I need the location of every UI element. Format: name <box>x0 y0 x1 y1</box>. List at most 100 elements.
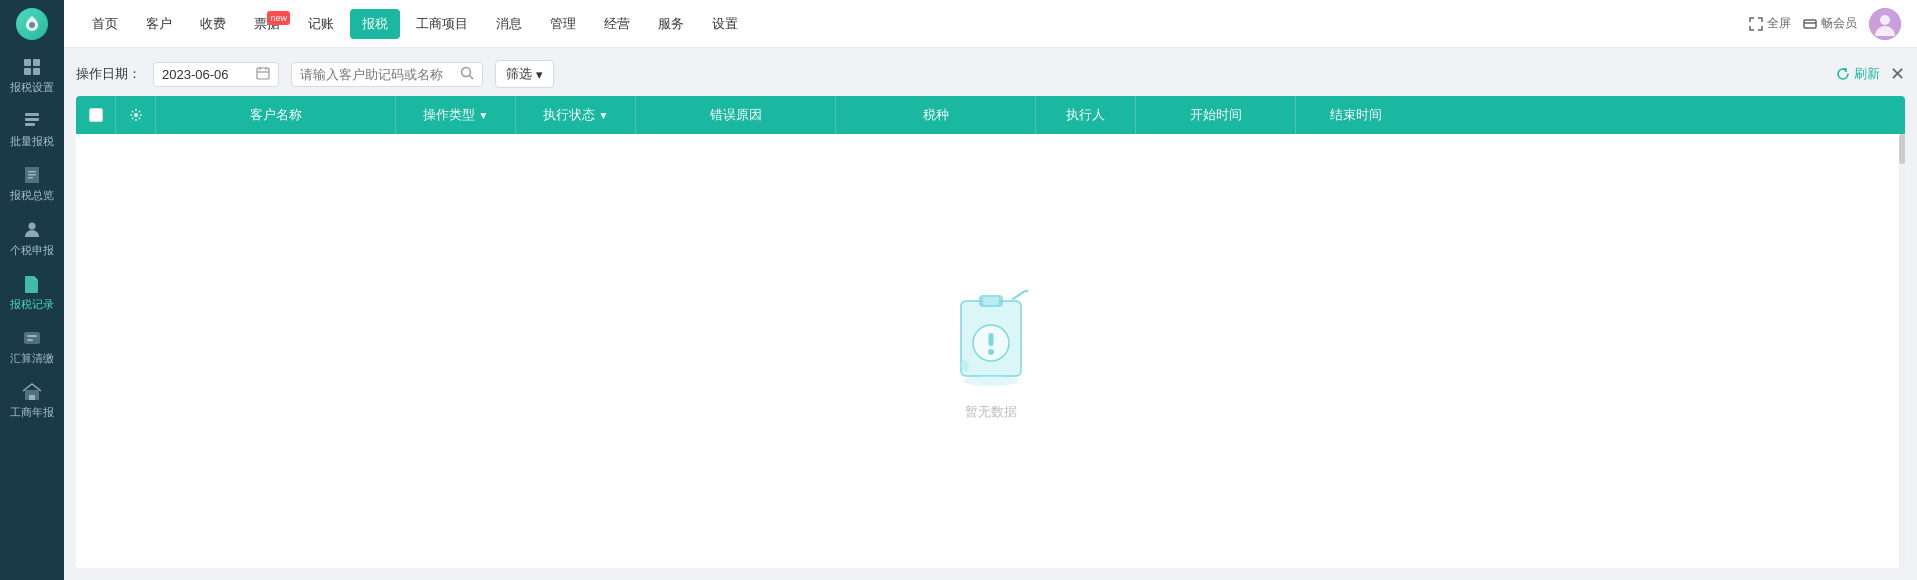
th-start-time: 开始时间 <box>1136 96 1296 134</box>
tax-settings-icon <box>21 56 43 78</box>
refresh-button[interactable]: 刷新 <box>1836 65 1880 83</box>
settings-icon <box>129 108 143 122</box>
toolbar: 操作日期： <box>76 60 1905 88</box>
svg-point-39 <box>963 376 1019 386</box>
table: 客户名称 操作类型 ▼ 执行状态 ▼ 错误原因 税种 执行人 <box>76 96 1905 568</box>
nav-item-billing[interactable]: 收费 <box>188 9 238 39</box>
header-checkbox[interactable] <box>89 108 103 122</box>
date-input-wrap[interactable] <box>153 62 279 87</box>
sidebar-label-tax-settings: 报税设置 <box>10 81 54 94</box>
sidebar-item-batch-tax[interactable]: 批量报税 <box>0 102 64 156</box>
avatar-image <box>1869 8 1901 40</box>
sidebar-item-annual-report[interactable]: 工商年报 <box>0 373 64 427</box>
svg-rect-12 <box>24 332 40 344</box>
nav-item-home[interactable]: 首页 <box>80 9 130 39</box>
remit-icon <box>21 327 43 349</box>
table-header: 客户名称 操作类型 ▼ 执行状态 ▼ 错误原因 税种 执行人 <box>76 96 1905 134</box>
svg-rect-14 <box>27 339 33 341</box>
sort-icon-status: ▼ <box>599 110 609 121</box>
th-error-reason: 错误原因 <box>636 96 836 134</box>
empty-illustration <box>941 281 1041 391</box>
nav-item-business[interactable]: 工商项目 <box>404 9 480 39</box>
main-area: 首页 客户 收费 票据 new 记账 报税 工商项目 消息 <box>64 0 1917 580</box>
th-exec-status[interactable]: 执行状态 ▼ <box>516 96 636 134</box>
toolbar-right: 刷新 ✕ <box>1836 63 1905 85</box>
nav-item-services[interactable]: 服务 <box>646 9 696 39</box>
svg-rect-5 <box>25 113 39 116</box>
avatar[interactable] <box>1869 8 1901 40</box>
svg-rect-13 <box>27 335 37 337</box>
nav-item-management[interactable]: 管理 <box>538 9 588 39</box>
topnav-right: 全屏 畅会员 <box>1749 8 1901 40</box>
svg-point-0 <box>29 22 35 28</box>
svg-rect-3 <box>24 68 31 75</box>
sidebar-label-annual-report: 工商年报 <box>10 406 54 419</box>
calendar-svg <box>256 66 270 80</box>
svg-point-25 <box>462 67 471 76</box>
filter-button[interactable]: 筛选 ▾ <box>495 60 554 88</box>
close-button[interactable]: ✕ <box>1890 63 1905 85</box>
th-checkbox[interactable] <box>76 96 116 134</box>
sidebar-item-tax-settings[interactable]: 报税设置 <box>0 48 64 102</box>
search-svg <box>460 66 474 80</box>
avatar-svg <box>1869 8 1901 40</box>
sidebar-item-tax-summary[interactable]: 报税总览 <box>0 156 64 210</box>
svg-point-27 <box>134 113 138 117</box>
sidebar-item-remit[interactable]: 汇算清缴 <box>0 319 64 373</box>
nav-item-operations[interactable]: 经营 <box>592 9 642 39</box>
refresh-icon <box>1836 67 1850 81</box>
invoice-new-badge: new <box>267 11 290 25</box>
svg-line-36 <box>1013 291 1025 299</box>
svg-point-35 <box>988 349 994 355</box>
svg-point-11 <box>29 222 36 229</box>
chevron-down-icon: ▾ <box>536 67 543 82</box>
svg-rect-21 <box>257 68 269 79</box>
svg-rect-8 <box>28 171 36 173</box>
svg-rect-6 <box>25 118 39 121</box>
nav-item-tax[interactable]: 报税 <box>350 9 400 39</box>
nav-item-bookkeeping[interactable]: 记账 <box>296 9 346 39</box>
calendar-icon <box>256 66 270 83</box>
page-content: 操作日期： <box>64 48 1917 580</box>
fullscreen-button[interactable]: 全屏 <box>1749 15 1791 32</box>
svg-rect-31 <box>983 297 999 305</box>
topnav: 首页 客户 收费 票据 new 记账 报税 工商项目 消息 <box>64 0 1917 48</box>
th-tax-type: 税种 <box>836 96 1036 134</box>
sidebar-label-tax-summary: 报税总览 <box>10 189 54 202</box>
search-wrap <box>291 62 483 87</box>
th-settings[interactable] <box>116 96 156 134</box>
date-label: 操作日期： <box>76 65 141 83</box>
nav-items: 首页 客户 收费 票据 new 记账 报税 工商项目 消息 <box>80 9 1749 39</box>
tax-records-icon <box>21 273 43 295</box>
sidebar-logo <box>0 0 64 48</box>
svg-marker-37 <box>1025 289 1029 293</box>
svg-rect-7 <box>25 123 35 126</box>
nav-item-settings[interactable]: 设置 <box>700 9 750 39</box>
table-scrollbar[interactable] <box>1899 134 1905 568</box>
svg-rect-1 <box>24 59 31 66</box>
sidebar-item-personal-tax[interactable]: 个税申报 <box>0 211 64 265</box>
nav-item-messages[interactable]: 消息 <box>484 9 534 39</box>
th-operation-type[interactable]: 操作类型 ▼ <box>396 96 516 134</box>
date-input[interactable] <box>162 67 252 82</box>
search-input[interactable] <box>300 67 460 82</box>
nav-item-invoice[interactable]: 票据 new <box>242 9 292 39</box>
member-icon <box>1803 17 1817 31</box>
svg-rect-2 <box>33 59 40 66</box>
sidebar-item-tax-records[interactable]: 报税记录 <box>0 265 64 319</box>
member-button[interactable]: 畅会员 <box>1803 15 1857 32</box>
sort-icon-operation: ▼ <box>479 110 489 121</box>
svg-rect-4 <box>33 68 40 75</box>
nav-item-client[interactable]: 客户 <box>134 9 184 39</box>
personal-tax-icon <box>21 219 43 241</box>
sidebar: 报税设置 批量报税 报税总览 <box>0 0 64 580</box>
sidebar-label-tax-records: 报税记录 <box>10 298 54 311</box>
svg-rect-16 <box>29 395 35 400</box>
th-executor: 执行人 <box>1036 96 1136 134</box>
sidebar-label-remit: 汇算清缴 <box>10 352 54 365</box>
search-icon[interactable] <box>460 66 474 83</box>
svg-rect-10 <box>28 177 33 179</box>
annual-report-icon <box>21 381 43 403</box>
scrollbar-thumb <box>1899 134 1905 164</box>
empty-state: 暂无数据 <box>941 281 1041 421</box>
